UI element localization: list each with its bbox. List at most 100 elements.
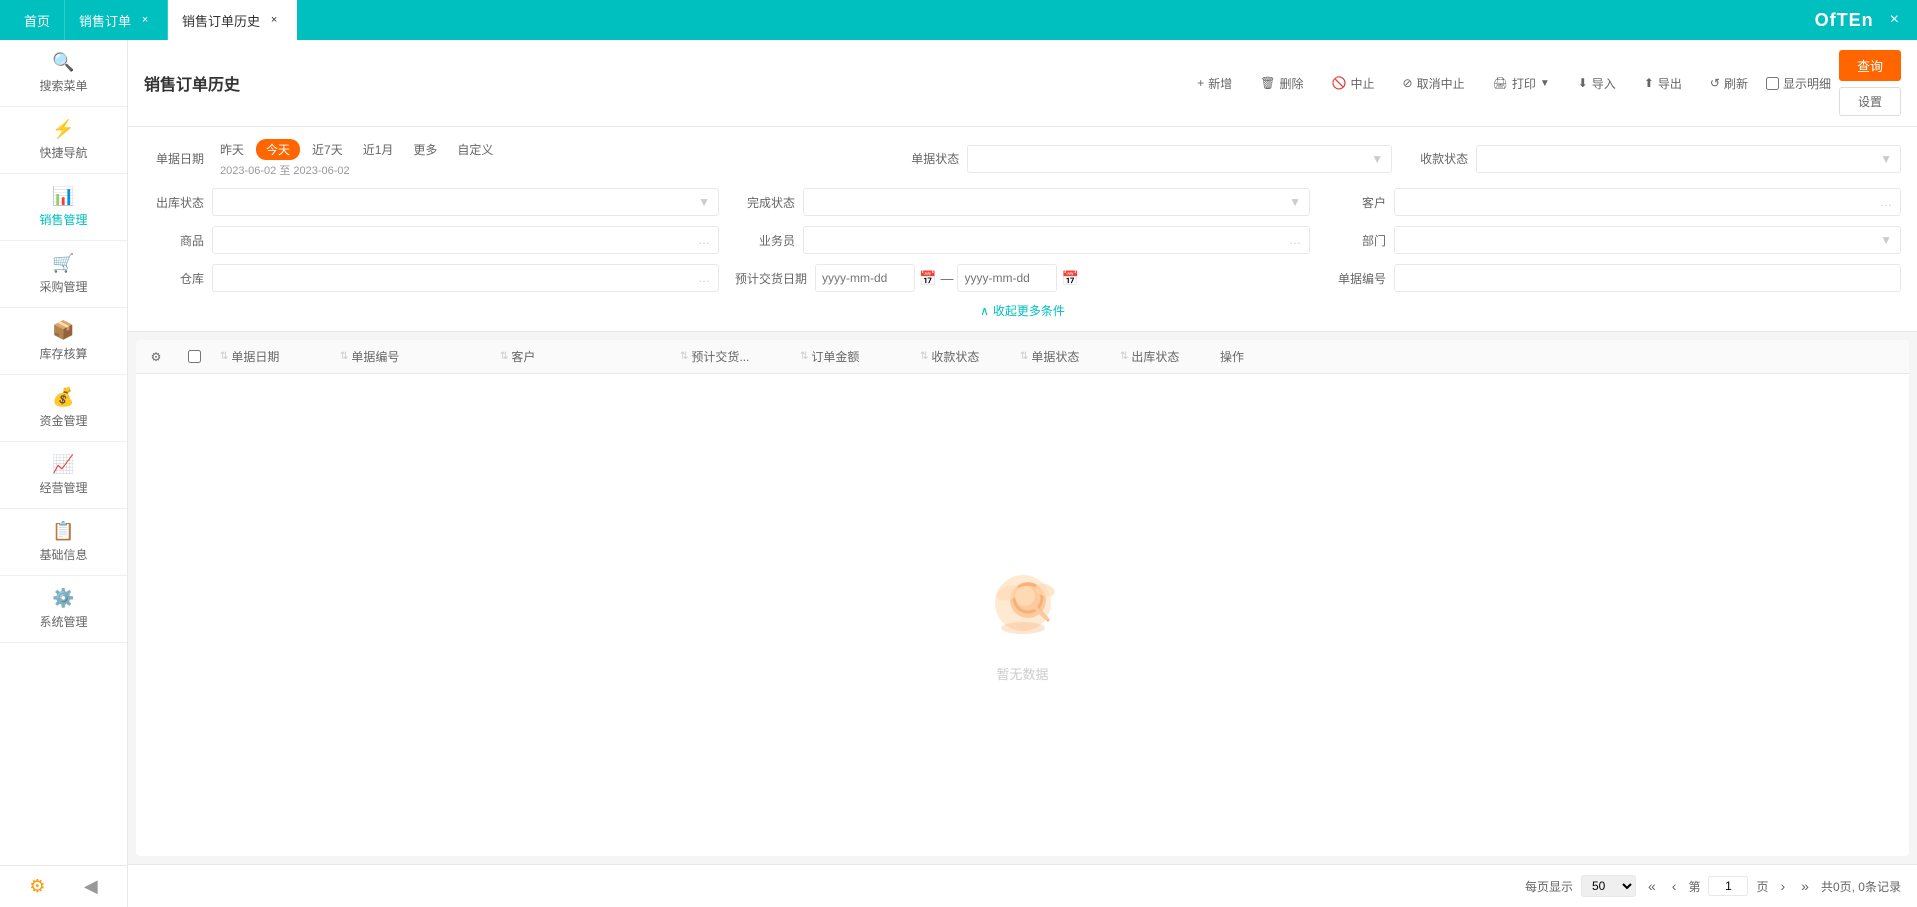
out-status-select[interactable]: ▼ [212, 188, 719, 216]
bill-status-item: 单据状态 ▼ [899, 145, 1392, 173]
delivery-calendar-icon-end[interactable]: 📅 [1061, 270, 1078, 287]
sidebar-item-purchase-label: 采购管理 [39, 278, 87, 295]
table-col-date[interactable]: ⇅ 单据日期 [212, 348, 332, 365]
goods-select[interactable]: … [212, 226, 719, 254]
customer-item: 客户 … [1326, 188, 1901, 216]
sidebar-item-operations[interactable]: 📈 经营管理 [0, 442, 127, 509]
settings-footer-icon[interactable]: ⚙ [29, 876, 45, 897]
refresh-button[interactable]: ↺ 刷新 [1700, 71, 1758, 96]
print-button[interactable]: 🖨 打印 ▼ [1483, 71, 1560, 96]
sidebar-item-quicknav[interactable]: ⚡ 快捷导航 [0, 107, 127, 174]
sales-person-select[interactable]: … [803, 226, 1310, 254]
stop-button[interactable]: 🚫 中止 [1322, 71, 1385, 96]
current-page-input[interactable] [1708, 876, 1748, 896]
date-btn-yesterday[interactable]: 昨天 [212, 139, 252, 160]
table-col-delivery[interactable]: ⇅ 预计交货... [672, 348, 792, 365]
sidebar-item-sales[interactable]: 📊 销售管理 [0, 174, 127, 241]
collapse-button[interactable]: ∧ 收起更多条件 [144, 302, 1901, 319]
delete-button[interactable]: 🗑 删除 [1250, 71, 1313, 96]
table-col-amount[interactable]: ⇅ 订单金额 [792, 348, 912, 365]
sales-person-label: 业务员 [735, 232, 795, 249]
sales-person-more-icon: … [1289, 233, 1301, 247]
export-button[interactable]: ⬆ 导出 [1634, 71, 1692, 96]
department-select[interactable]: ▼ [1394, 226, 1901, 254]
sidebar-item-finance[interactable]: 💰 资金管理 [0, 375, 127, 442]
prev-page-btn[interactable]: ‹ [1668, 876, 1681, 896]
complete-status-select[interactable]: ▼ [803, 188, 1310, 216]
date-btn-1month[interactable]: 近1月 [355, 139, 402, 160]
empty-state: 暂无数据 [973, 548, 1073, 683]
query-button[interactable]: 查询 [1839, 50, 1901, 81]
cancel-stop-label: 取消中止 [1417, 75, 1465, 92]
col-action-label: 操作 [1220, 348, 1244, 365]
per-page-select[interactable]: 50 100 200 [1581, 875, 1636, 897]
date-filter-item: 单据日期 昨天 今天 近7天 近1月 更多 自定义 2023-06-02 至 2… [144, 139, 883, 178]
sidebar-item-search[interactable]: 🔍 搜索菜单 [0, 40, 127, 107]
toolbar: + 新增 🗑 删除 🚫 中止 ⊘ 取消中止 🖨 打印 [1187, 50, 1901, 116]
pay-status-select[interactable]: ▼ [1476, 145, 1901, 173]
date-filter-label: 单据日期 [144, 150, 204, 167]
table-col-delivery-status[interactable]: ⇅ 出库状态 [1112, 348, 1212, 365]
delivery-calendar-icon-start[interactable]: 📅 [919, 270, 936, 287]
first-page-btn[interactable]: « [1644, 876, 1660, 896]
table-checkbox-col[interactable] [176, 350, 212, 363]
cancel-stop-button[interactable]: ⊘ 取消中止 [1393, 71, 1475, 96]
department-label: 部门 [1326, 232, 1386, 249]
sidebar-item-purchase[interactable]: 🛒 采购管理 [0, 241, 127, 308]
tab-sales-order-history-label: 销售订单历史 [182, 11, 260, 30]
filter-row-1: 单据日期 昨天 今天 近7天 近1月 更多 自定义 2023-06-02 至 2… [144, 139, 1901, 178]
table-settings-col[interactable]: ⚙ [136, 350, 176, 364]
refresh-icon: ↺ [1710, 76, 1720, 90]
import-button[interactable]: ⬇ 导入 [1568, 71, 1626, 96]
tab-sales-order[interactable]: 销售订单 × [65, 0, 168, 40]
last-page-btn[interactable]: » [1797, 876, 1813, 896]
sidebar-item-finance-label: 资金管理 [39, 412, 87, 429]
col-date-label: 单据日期 [231, 348, 279, 365]
table-col-bill-status[interactable]: ⇅ 单据状态 [1012, 348, 1112, 365]
sidebar-item-basics[interactable]: 📋 基础信息 [0, 509, 127, 576]
bill-status-select[interactable]: ▼ [967, 145, 1392, 173]
select-all-checkbox[interactable] [188, 350, 201, 363]
total-info: 共0页, 0条记录 [1821, 878, 1901, 895]
delete-icon: 🗑 [1260, 76, 1275, 90]
delivery-date-end[interactable] [957, 264, 1057, 292]
main-layout: 🔍 搜索菜单 ⚡ 快捷导航 📊 销售管理 🛒 采购管理 📦 库存核算 💰 资金管… [0, 40, 1917, 907]
import-icon: ⬇ [1578, 76, 1588, 90]
date-btn-more[interactable]: 更多 [405, 139, 445, 160]
table-col-pay-status[interactable]: ⇅ 收款状态 [912, 348, 1012, 365]
pay-status-label: 收款状态 [1408, 150, 1468, 167]
show-detail-label[interactable]: 显示明细 [1766, 75, 1831, 92]
new-button[interactable]: + 新增 [1187, 71, 1242, 96]
tab-sales-order-history-close[interactable]: × [266, 12, 282, 28]
tab-sales-order-close[interactable]: × [137, 12, 153, 28]
date-btn-today[interactable]: 今天 [256, 139, 300, 160]
sidebar: 🔍 搜索菜单 ⚡ 快捷导航 📊 销售管理 🛒 采购管理 📦 库存核算 💰 资金管… [0, 40, 128, 907]
goods-label: 商品 [144, 232, 204, 249]
show-detail-text: 显示明细 [1783, 75, 1831, 92]
show-detail-checkbox[interactable] [1766, 77, 1779, 90]
date-btn-7days[interactable]: 近7天 [304, 139, 351, 160]
operations-icon: 📈 [52, 454, 74, 475]
warehouse-label: 仓库 [144, 270, 204, 287]
next-page-btn[interactable]: › [1777, 876, 1790, 896]
customer-select[interactable]: … [1394, 188, 1901, 216]
table-col-customer[interactable]: ⇅ 客户 [492, 348, 672, 365]
tab-home[interactable]: 首页 [10, 0, 65, 40]
tab-sales-order-history[interactable]: 销售订单历史 × [168, 0, 297, 40]
table-col-no[interactable]: ⇅ 单据编号 [332, 348, 492, 365]
window-close-btn[interactable]: × [1882, 11, 1907, 29]
date-btn-custom[interactable]: 自定义 [449, 139, 501, 160]
import-label: 导入 [1592, 75, 1616, 92]
setting-button[interactable]: 设置 [1839, 87, 1901, 116]
sort-icon-pay-status: ⇅ [920, 351, 928, 362]
warehouse-select[interactable]: … [212, 264, 719, 292]
inventory-icon: 📦 [52, 320, 74, 341]
filter-area: 单据日期 昨天 今天 近7天 近1月 更多 自定义 2023-06-02 至 2… [128, 127, 1917, 332]
collapse-sidebar-icon[interactable]: ◀ [84, 876, 98, 897]
sidebar-item-system[interactable]: ⚙️ 系统管理 [0, 576, 127, 643]
sidebar-item-inventory[interactable]: 📦 库存核算 [0, 308, 127, 375]
bill-no-input[interactable] [1394, 264, 1901, 292]
sort-icon-customer: ⇅ [500, 351, 508, 362]
sidebar-footer: ⚙ ◀ [0, 865, 127, 907]
delivery-date-start[interactable] [815, 264, 915, 292]
